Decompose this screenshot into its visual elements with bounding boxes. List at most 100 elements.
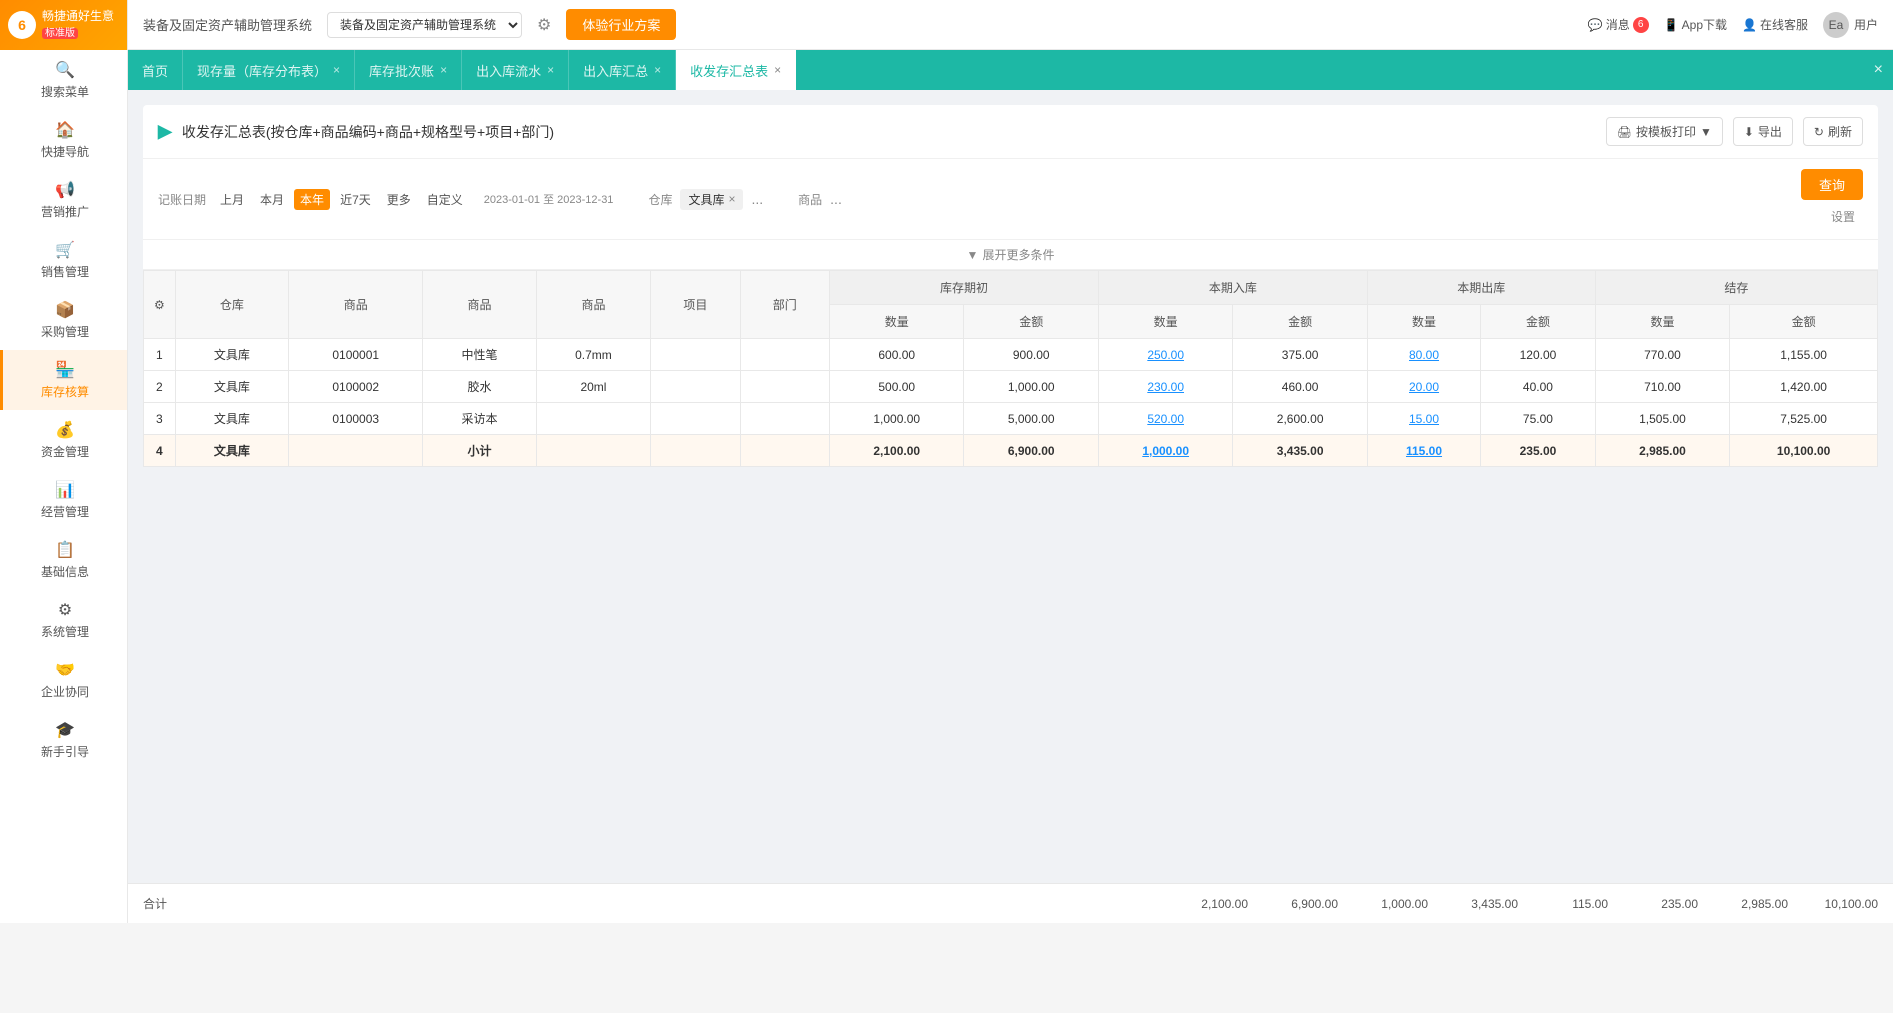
inventory-icon: 🏪 bbox=[55, 360, 75, 380]
out-qty-link[interactable]: 15.00 bbox=[1409, 412, 1439, 426]
date-btn-this-year[interactable]: 本年 bbox=[294, 189, 330, 210]
out-qty-link[interactable]: 20.00 bbox=[1409, 380, 1439, 394]
print-btn[interactable]: 🖨 按模板打印 ▼ bbox=[1606, 117, 1723, 146]
query-btn[interactable]: 查询 bbox=[1801, 169, 1863, 200]
refresh-btn[interactable]: ↻ 刷新 bbox=[1803, 117, 1863, 146]
operation-icon: 📊 bbox=[55, 480, 75, 500]
tab-stock-dist[interactable]: 现存量（库存分布表） × bbox=[183, 50, 355, 90]
cell-open-qty: 1,000.00 bbox=[830, 403, 964, 435]
in-qty-link[interactable]: 250.00 bbox=[1147, 348, 1184, 362]
tab-close-batch[interactable]: × bbox=[440, 63, 447, 77]
cell-bal-qty: 710.00 bbox=[1595, 371, 1729, 403]
sidebar-item-finance[interactable]: 💰 资金管理 bbox=[0, 410, 127, 470]
col-settings[interactable]: ⚙ bbox=[144, 271, 176, 339]
subtotal-out-qty-link[interactable]: 115.00 bbox=[1406, 444, 1442, 458]
table-row: 1 文具库 0100001 中性笔 0.7mm 600.00 900.00 25… bbox=[144, 339, 1878, 371]
cell-out-qty: 20.00 bbox=[1367, 371, 1480, 403]
footer-in-qty: 1,000.00 bbox=[1348, 897, 1428, 911]
in-qty-link[interactable]: 230.00 bbox=[1147, 380, 1184, 394]
cell-project bbox=[651, 339, 740, 371]
subtotal-in-qty-link[interactable]: 1,000.00 bbox=[1142, 444, 1189, 458]
purchase-icon: 📦 bbox=[55, 300, 75, 320]
warehouse-more-dots[interactable]: ... bbox=[751, 191, 763, 207]
newbie-icon: 🎓 bbox=[55, 720, 75, 740]
cell-open-amt: 6,900.00 bbox=[964, 435, 1098, 467]
topbar-system-select[interactable]: 装备及固定资产辅助管理系统 bbox=[327, 12, 522, 38]
tab-recv-send[interactable]: 收发存汇总表 × bbox=[676, 50, 796, 90]
settings-btn[interactable]: 设置 bbox=[1823, 204, 1863, 229]
online-service-btn[interactable]: 👤 在线客服 bbox=[1742, 16, 1808, 33]
filter-bar: 记账日期 上月 本月 本年 近7天 更多 自定义 2023-01-01 至 20… bbox=[143, 159, 1878, 240]
col-in-qty: 数量 bbox=[1098, 305, 1232, 339]
data-table: ⚙ 仓库 商品 商品 商品 项目 部门 库存期初 本期入库 本期出库 结存 bbox=[143, 270, 1878, 467]
sidebar-item-collab[interactable]: 🤝 企业协同 bbox=[0, 650, 127, 710]
date-range-display: 2023-01-01 至 2023-12-31 bbox=[484, 191, 614, 207]
service-icon: 👤 bbox=[1742, 18, 1757, 32]
cell-no: 4 bbox=[144, 435, 176, 467]
footer-open-amt: 6,900.00 bbox=[1258, 897, 1338, 911]
out-qty-link[interactable]: 80.00 bbox=[1409, 348, 1439, 362]
date-btn-custom[interactable]: 自定义 bbox=[421, 189, 469, 210]
tab-batch[interactable]: 库存批次账 × bbox=[355, 50, 462, 90]
cell-in-qty: 230.00 bbox=[1098, 371, 1232, 403]
export-btn[interactable]: ⬇ 导出 bbox=[1733, 117, 1793, 146]
tab-close-stock-dist[interactable]: × bbox=[333, 63, 340, 77]
col-goods-name-header: 商品 bbox=[423, 271, 536, 339]
tab-close-inout-flow[interactable]: × bbox=[547, 63, 554, 77]
marketing-icon: 📢 bbox=[55, 180, 75, 200]
trial-btn[interactable]: 体验行业方案 bbox=[566, 9, 676, 40]
collab-icon: 🤝 bbox=[55, 660, 75, 680]
tabs-close-all[interactable]: × bbox=[1864, 61, 1893, 79]
user-menu[interactable]: Ea 用户 bbox=[1823, 12, 1878, 38]
page-expand-icon[interactable]: ▶ bbox=[158, 121, 172, 142]
cell-bal-qty: 2,985.00 bbox=[1595, 435, 1729, 467]
date-btn-last-month[interactable]: 上月 bbox=[214, 189, 250, 210]
sidebar-item-quick[interactable]: 🏠 快捷导航 bbox=[0, 110, 127, 170]
chevron-down-icon: ▼ bbox=[1700, 125, 1712, 139]
cell-goods-name: 胶水 bbox=[423, 371, 536, 403]
tab-inout-flow[interactable]: 出入库流水 × bbox=[462, 50, 569, 90]
tab-home[interactable]: 首页 bbox=[128, 50, 183, 90]
sidebar-item-system[interactable]: ⚙ 系统管理 bbox=[0, 590, 127, 650]
cell-warehouse: 文具库 bbox=[175, 371, 288, 403]
date-btn-7days[interactable]: 近7天 bbox=[334, 189, 377, 210]
tab-close-inout-summary[interactable]: × bbox=[654, 63, 661, 77]
gear-icon[interactable]: ⚙ bbox=[537, 15, 551, 35]
date-btn-more[interactable]: 更多 bbox=[381, 189, 417, 210]
message-btn[interactable]: 💬 消息 6 bbox=[1588, 16, 1649, 33]
warehouse-tag-remove[interactable]: × bbox=[728, 192, 735, 206]
app-download-btn[interactable]: 📱 App下载 bbox=[1664, 16, 1727, 33]
sidebar-item-marketing[interactable]: 📢 营销推广 bbox=[0, 170, 127, 230]
goods-more-dots[interactable]: ... bbox=[830, 191, 842, 207]
expand-more-bar: ▼ 展开更多条件 bbox=[143, 240, 1878, 270]
cell-bal-amt: 1,155.00 bbox=[1730, 339, 1878, 371]
sidebar-item-search[interactable]: 🔍 搜索菜单 bbox=[0, 50, 127, 110]
in-qty-link[interactable]: 520.00 bbox=[1147, 412, 1184, 426]
tab-inout-summary[interactable]: 出入库汇总 × bbox=[569, 50, 676, 90]
col-in-amt: 金额 bbox=[1233, 305, 1367, 339]
date-buttons: 上月 本月 本年 近7天 更多 自定义 bbox=[214, 189, 469, 210]
sidebar-item-operation[interactable]: 📊 经营管理 bbox=[0, 470, 127, 530]
sales-icon: 🛒 bbox=[55, 240, 75, 260]
sidebar-item-basic[interactable]: 📋 基础信息 bbox=[0, 530, 127, 590]
table-settings-icon[interactable]: ⚙ bbox=[154, 298, 165, 312]
sidebar-item-inventory[interactable]: 🏪 库存核算 bbox=[0, 350, 127, 410]
footer-bal-amt: 10,100.00 bbox=[1798, 897, 1878, 911]
sidebar-item-newbie[interactable]: 🎓 新手引导 bbox=[0, 710, 127, 770]
tab-close-recv-send[interactable]: × bbox=[774, 63, 781, 77]
col-out-group: 本期出库 bbox=[1367, 271, 1595, 305]
sidebar-item-purchase[interactable]: 📦 采购管理 bbox=[0, 290, 127, 350]
table-container: ⚙ 仓库 商品 商品 商品 项目 部门 库存期初 本期入库 本期出库 结存 bbox=[143, 270, 1878, 467]
cell-no: 1 bbox=[144, 339, 176, 371]
cell-bal-qty: 770.00 bbox=[1595, 339, 1729, 371]
date-btn-this-month[interactable]: 本月 bbox=[254, 189, 290, 210]
cell-bal-amt: 7,525.00 bbox=[1730, 403, 1878, 435]
sidebar: 6 畅捷通好生意 标准版 🔍 搜索菜单 🏠 快捷导航 📢 营销推广 🛒 销售管理… bbox=[0, 0, 128, 923]
expand-more-btn[interactable]: ▼ 展开更多条件 bbox=[967, 246, 1055, 263]
cell-goods-code: 0100003 bbox=[288, 403, 422, 435]
cell-goods-name: 中性笔 bbox=[423, 339, 536, 371]
col-out-amt: 金额 bbox=[1481, 305, 1596, 339]
footer-label: 合计 bbox=[143, 895, 167, 912]
sidebar-item-sales[interactable]: 🛒 销售管理 bbox=[0, 230, 127, 290]
cell-bal-amt: 1,420.00 bbox=[1730, 371, 1878, 403]
